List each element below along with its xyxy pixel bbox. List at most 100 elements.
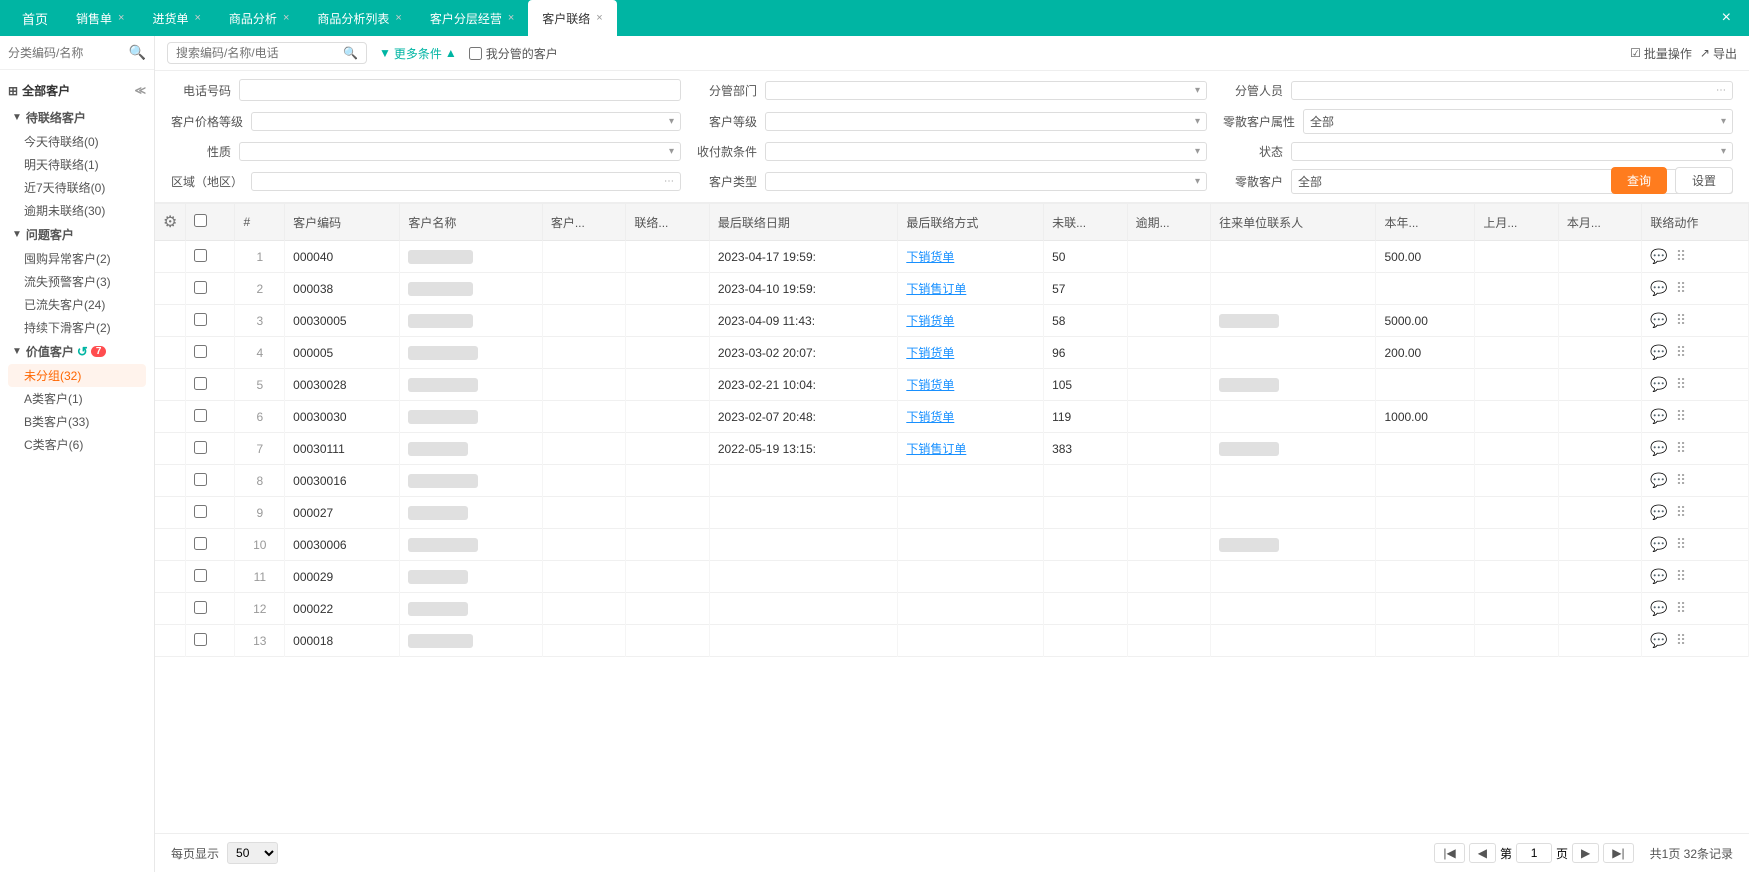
message-icon[interactable]: 💬	[1650, 248, 1667, 265]
sidebar-item-churn-warning[interactable]: 流失预警客户(3)	[8, 270, 146, 293]
tab-customer-segment-close[interactable]: ×	[508, 12, 514, 24]
tab-sales[interactable]: 销售单 ×	[62, 0, 138, 36]
sidebar-item-churned[interactable]: 已流失客户(24)	[8, 293, 146, 316]
tab-purchase[interactable]: 进货单 ×	[138, 0, 214, 36]
search-button[interactable]: 查询	[1611, 167, 1667, 194]
tab-customer-contact-close[interactable]: ×	[596, 12, 602, 24]
message-icon[interactable]: 💬	[1650, 504, 1667, 521]
refresh-icon[interactable]: ↺	[77, 344, 88, 360]
last-method-link[interactable]: 下销货单	[906, 250, 954, 264]
last-method-link[interactable]: 下销售订单	[906, 442, 966, 456]
status-select[interactable]: ▾	[1291, 142, 1733, 161]
row-select-checkbox[interactable]	[194, 377, 207, 390]
batch-op-btn[interactable]: ☑ 批量操作	[1630, 45, 1692, 62]
tab-product-analysis-list-close[interactable]: ×	[395, 12, 401, 24]
retail-attr-select[interactable]: 全部 ▾	[1303, 109, 1733, 134]
filter-search-input[interactable]	[176, 46, 343, 60]
message-icon[interactable]: 💬	[1650, 344, 1667, 361]
prev-page-btn[interactable]: ◀	[1469, 843, 1496, 863]
last-method-link[interactable]: 下销货单	[906, 410, 954, 424]
message-icon[interactable]: 💬	[1650, 536, 1667, 553]
export-btn[interactable]: ↗ 导出	[1700, 45, 1737, 62]
message-icon[interactable]: 💬	[1650, 568, 1667, 585]
sidebar-item-tomorrow[interactable]: 明天待联络(1)	[8, 153, 146, 176]
more-icon[interactable]: ⠿	[1676, 248, 1686, 265]
reset-button[interactable]: 设置	[1675, 167, 1733, 194]
next-page-btn[interactable]: ▶	[1572, 843, 1599, 863]
row-select-checkbox[interactable]	[194, 441, 207, 454]
sidebar-item-overdue[interactable]: 逾期未联络(30)	[8, 199, 146, 222]
last-method-link[interactable]: 下销货单	[906, 378, 954, 392]
more-icon[interactable]: ⠿	[1676, 280, 1686, 297]
row-select-checkbox[interactable]	[194, 249, 207, 262]
tab-customer-contact[interactable]: 客户联络 ×	[528, 0, 616, 36]
settings-icon[interactable]: ⚙	[163, 214, 177, 231]
message-icon[interactable]: 💬	[1650, 408, 1667, 425]
sidebar-item-today[interactable]: 今天待联络(0)	[8, 130, 146, 153]
more-icon[interactable]: ⠿	[1676, 408, 1686, 425]
tab-product-analysis-list[interactable]: 商品分析列表 ×	[303, 0, 415, 36]
page-size-select[interactable]: 50 100 200	[227, 842, 278, 864]
message-icon[interactable]: 💬	[1650, 440, 1667, 457]
tab-home[interactable]: 首页	[8, 9, 62, 28]
dept-select[interactable]: ▾	[765, 81, 1207, 100]
row-select-checkbox[interactable]	[194, 281, 207, 294]
customer-type-select[interactable]: ▾	[765, 172, 1207, 191]
message-icon[interactable]: 💬	[1650, 600, 1667, 617]
more-icon[interactable]: ⠿	[1676, 440, 1686, 457]
customer-level-select[interactable]: ▾	[765, 112, 1207, 131]
area-select[interactable]: ⋯	[251, 172, 681, 191]
page-input[interactable]	[1516, 843, 1552, 863]
more-icon[interactable]: ⠿	[1676, 632, 1686, 649]
row-select-checkbox[interactable]	[194, 537, 207, 550]
sidebar-search-input[interactable]	[8, 46, 129, 60]
sidebar-search-icon[interactable]: 🔍	[129, 44, 146, 61]
row-select-checkbox[interactable]	[194, 505, 207, 518]
last-method-link[interactable]: 下销货单	[906, 346, 954, 360]
window-close-icon[interactable]: ×	[1712, 9, 1741, 27]
row-select-checkbox[interactable]	[194, 473, 207, 486]
price-level-select[interactable]: ▾	[251, 112, 681, 131]
tab-sales-close[interactable]: ×	[118, 12, 124, 24]
more-icon[interactable]: ⠿	[1676, 504, 1686, 521]
row-select-checkbox[interactable]	[194, 313, 207, 326]
message-icon[interactable]: 💬	[1650, 280, 1667, 297]
sidebar-all-customers[interactable]: ⊞ 全部客户 ≪	[8, 76, 146, 105]
first-page-btn[interactable]: |◀	[1434, 843, 1464, 863]
sidebar-item-class-b[interactable]: B类客户(33)	[8, 410, 146, 433]
filter-search-icon[interactable]: 🔍	[343, 46, 358, 60]
more-conditions-btn[interactable]: ▼ 更多条件 ▲	[379, 45, 457, 62]
sidebar-item-class-a[interactable]: A类客户(1)	[8, 387, 146, 410]
more-icon[interactable]: ⠿	[1676, 600, 1686, 617]
sidebar-item-declining[interactable]: 持续下滑客户(2)	[8, 316, 146, 339]
row-select-checkbox[interactable]	[194, 601, 207, 614]
phone-input[interactable]	[239, 79, 681, 101]
message-icon[interactable]: 💬	[1650, 632, 1667, 649]
more-icon[interactable]: ⠿	[1676, 344, 1686, 361]
sidebar-item-ungroup[interactable]: 未分组(32)	[8, 364, 146, 387]
message-icon[interactable]: 💬	[1650, 376, 1667, 393]
row-select-checkbox[interactable]	[194, 633, 207, 646]
more-icon[interactable]: ⠿	[1676, 568, 1686, 585]
tab-product-analysis[interactable]: 商品分析 ×	[215, 0, 303, 36]
sidebar-pending-group[interactable]: ▼ 待联络客户	[8, 105, 146, 130]
more-icon[interactable]: ⠿	[1676, 376, 1686, 393]
nature-select[interactable]: ▾	[239, 142, 681, 161]
select-all-checkbox[interactable]	[194, 214, 207, 227]
row-select-checkbox[interactable]	[194, 569, 207, 582]
manager-select[interactable]: ⋯	[1291, 81, 1733, 100]
payment-select[interactable]: ▾	[765, 142, 1207, 161]
tab-product-analysis-close[interactable]: ×	[283, 12, 289, 24]
my-customers-checkbox[interactable]	[469, 47, 482, 60]
message-icon[interactable]: 💬	[1650, 472, 1667, 489]
tab-customer-segment[interactable]: 客户分层经营 ×	[416, 0, 528, 36]
sidebar-item-hoard-abnormal[interactable]: 囤购异常客户(2)	[8, 247, 146, 270]
sidebar-item-class-c[interactable]: C类客户(6)	[8, 433, 146, 456]
row-select-checkbox[interactable]	[194, 345, 207, 358]
last-page-btn[interactable]: ▶|	[1603, 843, 1633, 863]
col-settings[interactable]: ⚙	[155, 204, 186, 241]
last-method-link[interactable]: 下销售订单	[906, 282, 966, 296]
row-select-checkbox[interactable]	[194, 409, 207, 422]
more-icon[interactable]: ⠿	[1676, 472, 1686, 489]
sidebar-problem-group[interactable]: ▼ 问题客户	[8, 222, 146, 247]
